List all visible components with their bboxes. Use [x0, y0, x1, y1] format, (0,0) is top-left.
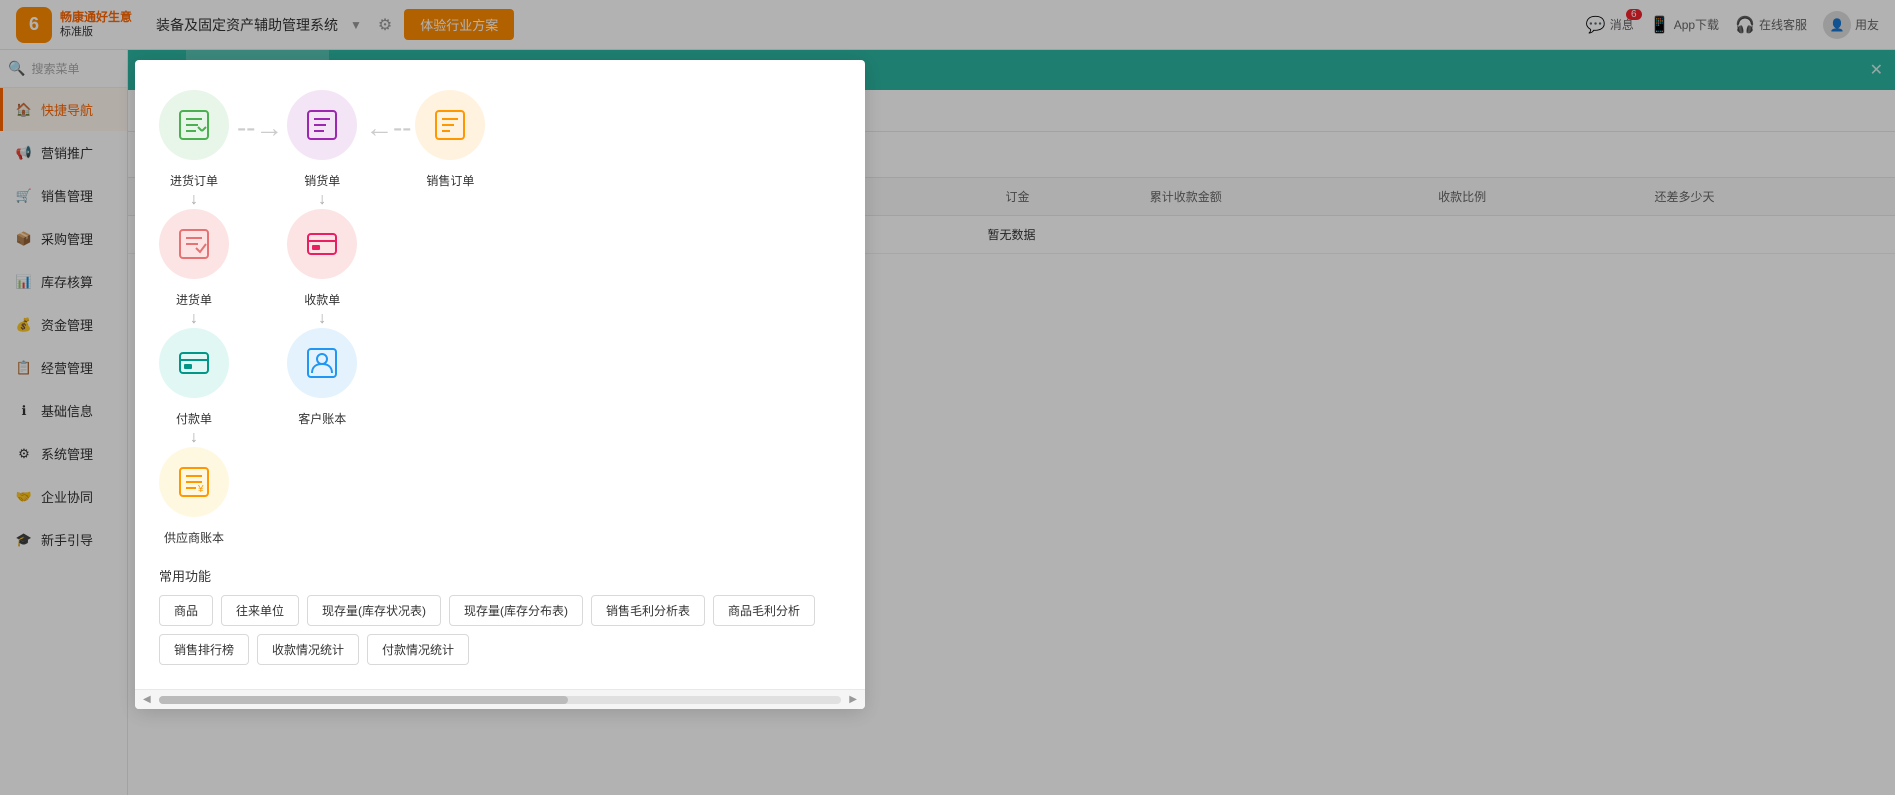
- purchase-bill-node[interactable]: 进货单: [159, 209, 229, 308]
- svg-text:¥: ¥: [197, 484, 204, 495]
- sales-bill-circle: [287, 90, 357, 160]
- arrow-hor-1: - - →: [229, 112, 287, 144]
- customer-account-label: 客户账本: [298, 410, 346, 427]
- func-btn-stock-status[interactable]: 现存量(库存状况表): [307, 595, 441, 626]
- supplier-account-node[interactable]: ¥ 供应商账本: [159, 447, 229, 546]
- sales-order-group: 销售订单: [415, 90, 485, 189]
- func-btn-product-gross-profit[interactable]: 商品毛利分析: [713, 595, 815, 626]
- sales-bill-label: 销货单: [304, 172, 340, 189]
- arrow-hor-2: ← - -: [357, 112, 415, 144]
- func-btn-pay-stats[interactable]: 付款情况统计: [367, 634, 469, 665]
- func-btn-partners[interactable]: 往来单位: [221, 595, 299, 626]
- function-buttons-row-1: 商品 往来单位 现存量(库存状况表) 现存量(库存分布表) 销售毛利分析表 商品…: [159, 595, 841, 626]
- purchase-order-node[interactable]: 进货订单: [159, 90, 229, 189]
- purchase-order-circle: [159, 90, 229, 160]
- func-btn-stock-distribution[interactable]: 现存量(库存分布表): [449, 595, 583, 626]
- purchase-bill-label: 进货单: [176, 291, 212, 308]
- common-functions-section: 常用功能 商品 往来单位 现存量(库存状况表) 现存量(库存分布表) 销售毛利分…: [159, 556, 841, 673]
- sales-order-circle: [415, 90, 485, 160]
- receipt-bill-label: 收款单: [304, 291, 340, 308]
- supplier-account-circle: ¥: [159, 447, 229, 517]
- customer-account-node[interactable]: 客户账本: [287, 328, 357, 427]
- common-functions-title: 常用功能: [159, 566, 841, 585]
- function-buttons-row-2: 销售排行榜 收款情况统计 付款情况统计: [159, 634, 841, 665]
- customer-account-circle: [287, 328, 357, 398]
- modal-scrollbar: ◀ ▶: [135, 689, 865, 709]
- arrow-down-5: ↓: [318, 308, 326, 328]
- payment-bill-label: 付款单: [176, 410, 212, 427]
- sales-order-label: 销售订单: [426, 172, 474, 189]
- left-flow-group: 进货订单 ↓ 进货单 ↓: [159, 90, 229, 546]
- func-btn-payment-stats[interactable]: 收款情况统计: [257, 634, 359, 665]
- receipt-bill-circle: [287, 209, 357, 279]
- scroll-left-arrow[interactable]: ◀: [143, 694, 151, 705]
- payment-bill-node[interactable]: 付款单: [159, 328, 229, 427]
- quick-nav-modal: 进货订单 ↓ 进货单 ↓: [135, 60, 865, 709]
- modal-overlay[interactable]: 进货订单 ↓ 进货单 ↓: [0, 0, 1895, 795]
- scroll-track[interactable]: [159, 696, 842, 704]
- modal-content: 进货订单 ↓ 进货单 ↓: [135, 60, 865, 689]
- receipt-bill-node[interactable]: 收款单: [287, 209, 357, 308]
- arrow-down-1: ↓: [190, 189, 198, 209]
- func-btn-sales-ranking[interactable]: 销售排行榜: [159, 634, 249, 665]
- scroll-thumb: [159, 696, 569, 704]
- arrow-down-4: ↓: [318, 189, 326, 209]
- arrow-down-2: ↓: [190, 308, 198, 328]
- func-btn-sales-gross-profit[interactable]: 销售毛利分析表: [591, 595, 705, 626]
- scroll-right-arrow[interactable]: ▶: [849, 694, 857, 705]
- supplier-account-label: 供应商账本: [164, 529, 224, 546]
- arrow-down-3: ↓: [190, 427, 198, 447]
- sales-bill-node[interactable]: 销货单: [287, 90, 357, 189]
- sales-order-node[interactable]: 销售订单: [415, 90, 485, 189]
- flow-diagram-area: 进货订单 ↓ 进货单 ↓: [159, 80, 841, 556]
- purchase-order-label: 进货订单: [170, 172, 218, 189]
- sales-bill-group: 销货单 ↓ 收款单 ↓: [287, 90, 357, 427]
- purchase-bill-circle: [159, 209, 229, 279]
- payment-bill-circle: [159, 328, 229, 398]
- func-btn-products[interactable]: 商品: [159, 595, 213, 626]
